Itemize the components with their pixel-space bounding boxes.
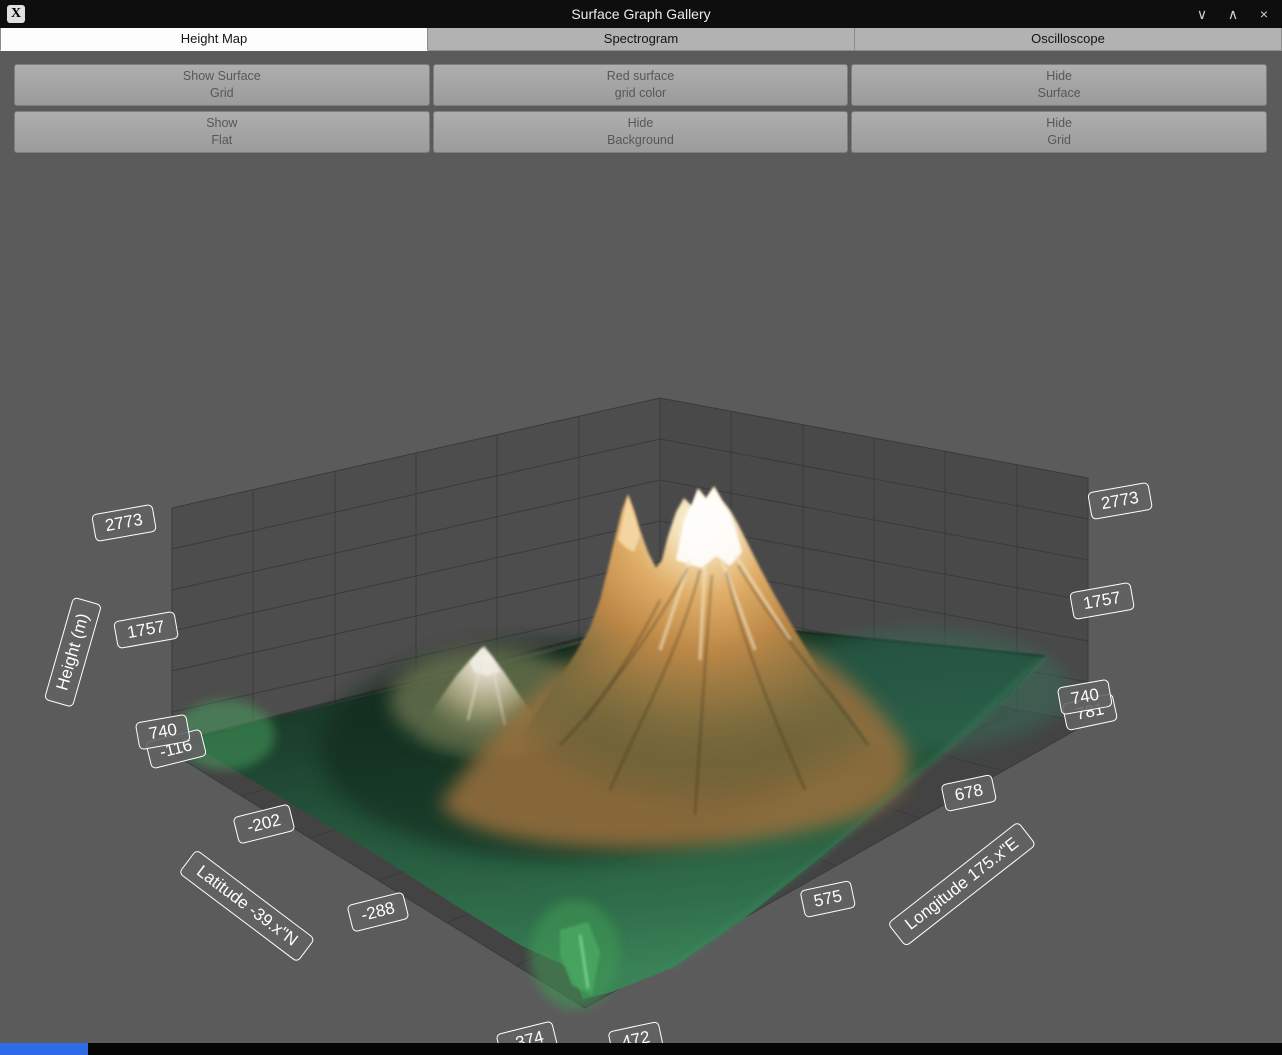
show-flat-button[interactable]: Show Flat [14,111,430,153]
desktop-strip [0,1043,1282,1055]
button-label: Hide [628,115,654,132]
button-label: grid color [615,85,666,102]
window-title: Surface Graph Gallery [0,6,1282,22]
show-surface-grid-button[interactable]: Show Surface Grid [14,64,430,106]
surface-plot-viewport[interactable] [0,155,1282,1055]
titlebar: X Surface Graph Gallery ∨ ∧ × [0,0,1282,28]
button-label: Background [607,132,674,149]
tab-height-map[interactable]: Height Map [0,28,428,51]
button-label: Flat [211,132,232,149]
hide-background-button[interactable]: Hide Background [433,111,849,153]
surface-plot-canvas [0,155,1282,1055]
close-button[interactable]: × [1256,6,1272,22]
shade-button[interactable]: ∨ [1194,6,1210,23]
surface-grid-color-button[interactable]: Red surface grid color [433,64,849,106]
button-label: Surface [1038,85,1081,102]
maximize-button[interactable]: ∧ [1225,6,1241,23]
toolbar: Show Surface Grid Red surface grid color… [14,64,1267,153]
hide-surface-button[interactable]: Hide Surface [851,64,1267,106]
hide-grid-button[interactable]: Hide Grid [851,111,1267,153]
button-label: Grid [1047,132,1071,149]
window-controls: ∨ ∧ × [1194,0,1272,28]
button-label: Red surface [607,68,674,85]
tab-bar: Height Map Spectrogram Oscilloscope [0,28,1282,51]
button-label: Grid [210,85,234,102]
button-label: Show Surface [183,68,261,85]
button-label: Hide [1046,115,1072,132]
button-label: Show [206,115,237,132]
app-menu-icon[interactable]: X [7,5,25,23]
tab-oscilloscope[interactable]: Oscilloscope [855,28,1282,51]
button-label: Hide [1046,68,1072,85]
tab-spectrogram[interactable]: Spectrogram [428,28,855,51]
app-window: X Surface Graph Gallery ∨ ∧ × Height Map… [0,0,1282,1055]
taskbar-accent [0,1043,88,1055]
